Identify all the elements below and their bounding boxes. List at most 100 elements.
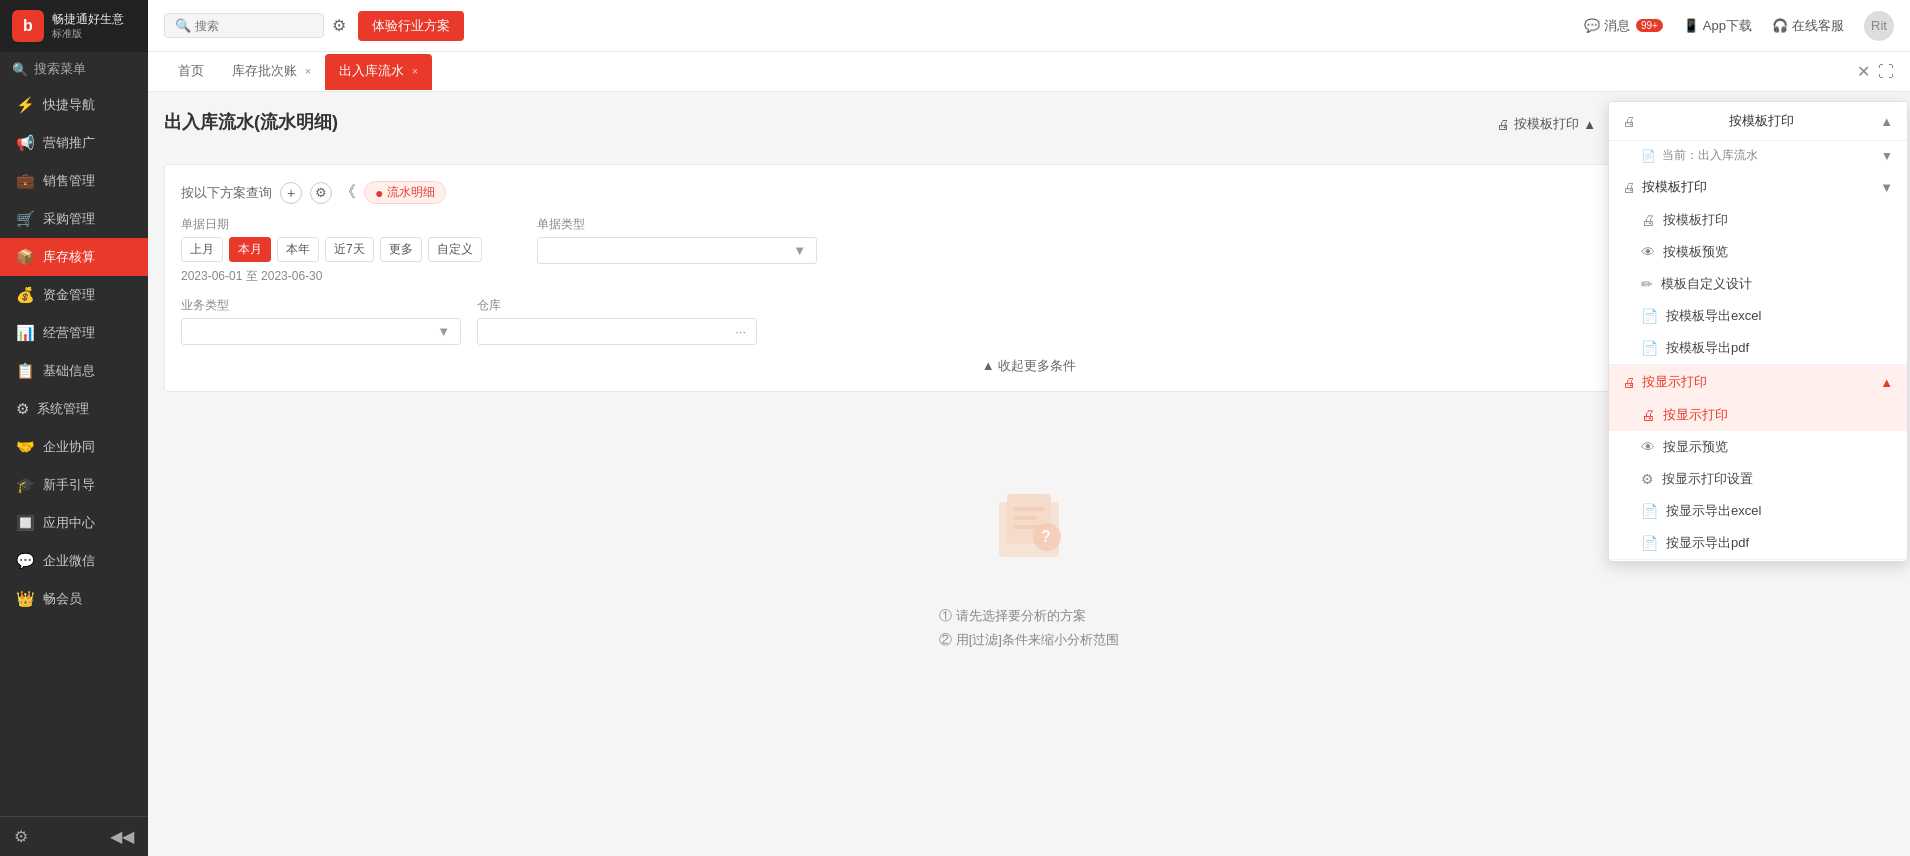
dropdown-item-template-preview[interactable]: 👁 按模板预览 [1609, 236, 1907, 268]
query-add-button[interactable]: + [280, 182, 302, 204]
date-btn-more[interactable]: 更多 [380, 237, 422, 262]
collapse-more-button[interactable]: ▲ 收起更多条件 [982, 357, 1077, 375]
date-btn-this-year[interactable]: 本年 [277, 237, 319, 262]
doc-type-select[interactable]: ▼ [537, 237, 817, 264]
sidebar-logo: b 畅捷通好生意 标准版 [0, 0, 148, 52]
sidebar-item-inventory[interactable]: 📦 库存核算 [0, 238, 148, 276]
display-export-pdf-icon: 📄 [1641, 535, 1658, 551]
sidebar-item-newbie[interactable]: 🎓 新手引导 [0, 466, 148, 504]
tab-flow[interactable]: 出入库流水 × [325, 54, 432, 90]
display-print-settings-icon: ⚙ [1641, 471, 1654, 487]
topbar-gear-icon[interactable]: ⚙ [332, 16, 346, 35]
dropdown-item-template-export-pdf[interactable]: 📄 按模板导出pdf [1609, 332, 1907, 364]
biz-type-select[interactable]: ▼ [181, 318, 461, 345]
query-settings-button[interactable]: ⚙ [310, 182, 332, 204]
biz-type-filter-field: 业务类型 ▼ [181, 297, 461, 345]
dropdown-item-template-export-excel[interactable]: 📄 按模板导出excel [1609, 300, 1907, 332]
date-filter-field: 单据日期 上月 本月 本年 近7天 更多 自定义 2023-06-01 至 20… [181, 216, 521, 285]
display-print-icon: 🖨 [1641, 407, 1655, 423]
sidebar-settings-icon[interactable]: ⚙ [14, 827, 28, 846]
app-name: 畅捷通好生意 标准版 [52, 12, 124, 41]
sidebar-search[interactable]: 🔍 搜索菜单 [0, 52, 148, 86]
enterprise-icon: 🤝 [16, 438, 35, 456]
sidebar-item-basic-info[interactable]: 📋 基础信息 [0, 352, 148, 390]
dropdown-item-display-export-excel[interactable]: 📄 按显示导出excel [1609, 495, 1907, 527]
topbar-search-input[interactable] [195, 19, 313, 33]
tab-batch-account[interactable]: 库存批次账 × [218, 54, 325, 90]
topbar-search-box[interactable]: 🔍 [164, 13, 324, 38]
dropdown-item-template-custom[interactable]: ✏ 模板自定义设计 [1609, 268, 1907, 300]
message-button[interactable]: 💬 消息 99+ [1584, 17, 1663, 35]
system-icon: ⚙ [16, 400, 29, 418]
template-print-icon: 🖨 [1641, 212, 1655, 228]
print-button[interactable]: 🖨 按模板打印 ▲ [1489, 111, 1604, 137]
dropdown-default-section-header[interactable]: ⚙ 设置默认功能 ▼ [1609, 560, 1907, 561]
sidebar-item-operations[interactable]: 📊 经营管理 [0, 314, 148, 352]
inventory-icon: 📦 [16, 248, 35, 266]
dropdown-header: 🖨 按模板打印 ▲ [1609, 102, 1907, 141]
sidebar-item-enterprise[interactable]: 🤝 企业协同 [0, 428, 148, 466]
app-center-icon: 🔲 [16, 514, 35, 532]
customer-service-button[interactable]: 🎧 在线客服 [1772, 17, 1844, 35]
sidebar-item-wechat[interactable]: 💬 企业微信 [0, 542, 148, 580]
query-collapse-button[interactable]: 《 [340, 182, 356, 203]
sidebar-item-purchase[interactable]: 🛒 采购管理 [0, 200, 148, 238]
tab-close-flow[interactable]: × [412, 65, 418, 77]
sidebar-item-quick-nav[interactable]: ⚡ 快捷导航 [0, 86, 148, 124]
tab-bar-controls: ✕ ⛶ [1857, 62, 1894, 81]
dropdown-collapse-icon[interactable]: ▲ [1880, 114, 1893, 129]
user-avatar[interactable]: Rit [1864, 11, 1894, 41]
dropdown-panel: 🖨 按模板打印 ▲ 📄 当前：出入库流水 ▼ 🖨 按模板打印 ▼ 🖨 按模板打印… [1608, 101, 1908, 562]
template-export-pdf-icon: 📄 [1641, 340, 1658, 356]
dropdown-item-display-preview[interactable]: 👁 按显示预览 [1609, 431, 1907, 463]
search-icon: 🔍 [12, 62, 28, 77]
dropdown-item-display-print[interactable]: 🖨 按显示打印 [1609, 399, 1907, 431]
empty-step1: ① 请先选择要分析的方案 [939, 607, 1119, 625]
date-btn-custom[interactable]: 自定义 [428, 237, 482, 262]
dropdown-item-template-print[interactable]: 🖨 按模板打印 [1609, 204, 1907, 236]
sidebar-item-system[interactable]: ⚙ 系统管理 [0, 390, 148, 428]
sidebar-item-finance[interactable]: 💰 资金管理 [0, 276, 148, 314]
svg-rect-3 [1013, 516, 1037, 520]
svg-rect-2 [1013, 507, 1045, 511]
empty-icon: ? [979, 472, 1079, 591]
dropdown-item-display-print-settings[interactable]: ⚙ 按显示打印设置 [1609, 463, 1907, 495]
dropdown-display-section-header[interactable]: 🖨 按显示打印 ▲ [1609, 365, 1907, 399]
warehouse-select[interactable]: ··· [477, 318, 757, 345]
display-preview-icon: 👁 [1641, 439, 1655, 455]
app-download-button[interactable]: 📱 App下载 [1683, 17, 1752, 35]
sidebar-item-membership[interactable]: 👑 畅会员 [0, 580, 148, 618]
display-section-collapse-icon: ▲ [1880, 375, 1893, 390]
date-btn-this-month[interactable]: 本月 [229, 237, 271, 262]
tag-icon: ● [375, 185, 383, 201]
dropdown-item-display-export-pdf[interactable]: 📄 按显示导出pdf [1609, 527, 1907, 559]
doc-type-label: 单据类型 [537, 216, 817, 233]
sidebar-item-sales[interactable]: 💼 销售管理 [0, 162, 148, 200]
print-dropdown-icon: ▲ [1583, 117, 1596, 132]
doc-type-dropdown-icon: ▼ [793, 243, 806, 258]
date-btn-last-month[interactable]: 上月 [181, 237, 223, 262]
query-tag: ● 流水明细 [364, 181, 446, 204]
current-icon: 📄 [1641, 149, 1656, 163]
date-btn-7days[interactable]: 近7天 [325, 237, 374, 262]
dropdown-template-section-header[interactable]: 🖨 按模板打印 ▼ [1609, 170, 1907, 204]
sidebar-nav: ⚡ 快捷导航 📢 营销推广 💼 销售管理 🛒 采购管理 📦 库存核算 💰 资金管… [0, 86, 148, 816]
warehouse-filter-field: 仓库 ··· [477, 297, 757, 345]
tab-close-all-button[interactable]: ✕ [1857, 62, 1870, 81]
tab-close-batch-account[interactable]: × [305, 65, 311, 77]
sidebar: b 畅捷通好生意 标准版 🔍 搜索菜单 ⚡ 快捷导航 📢 营销推广 💼 销售管理… [0, 0, 148, 856]
svg-text:?: ? [1041, 528, 1051, 545]
tab-fullscreen-button[interactable]: ⛶ [1878, 63, 1894, 81]
sidebar-collapse-icon[interactable]: ◀◀ [110, 827, 134, 846]
tab-home[interactable]: 首页 [164, 54, 218, 90]
template-preview-icon: 👁 [1641, 244, 1655, 260]
warehouse-label: 仓库 [477, 297, 757, 314]
template-section-icon: 🖨 [1623, 180, 1636, 195]
marketing-icon: 📢 [16, 134, 35, 152]
sidebar-item-marketing[interactable]: 📢 营销推广 [0, 124, 148, 162]
industry-solution-button[interactable]: 体验行业方案 [358, 11, 464, 41]
sidebar-item-app-center[interactable]: 🔲 应用中心 [0, 504, 148, 542]
dropdown-scroll: 📄 当前：出入库流水 ▼ 🖨 按模板打印 ▼ 🖨 按模板打印 👁 按模板预览 ✏… [1609, 141, 1907, 561]
app-logo-icon: b [12, 10, 44, 42]
biz-type-dropdown-icon: ▼ [437, 324, 450, 339]
